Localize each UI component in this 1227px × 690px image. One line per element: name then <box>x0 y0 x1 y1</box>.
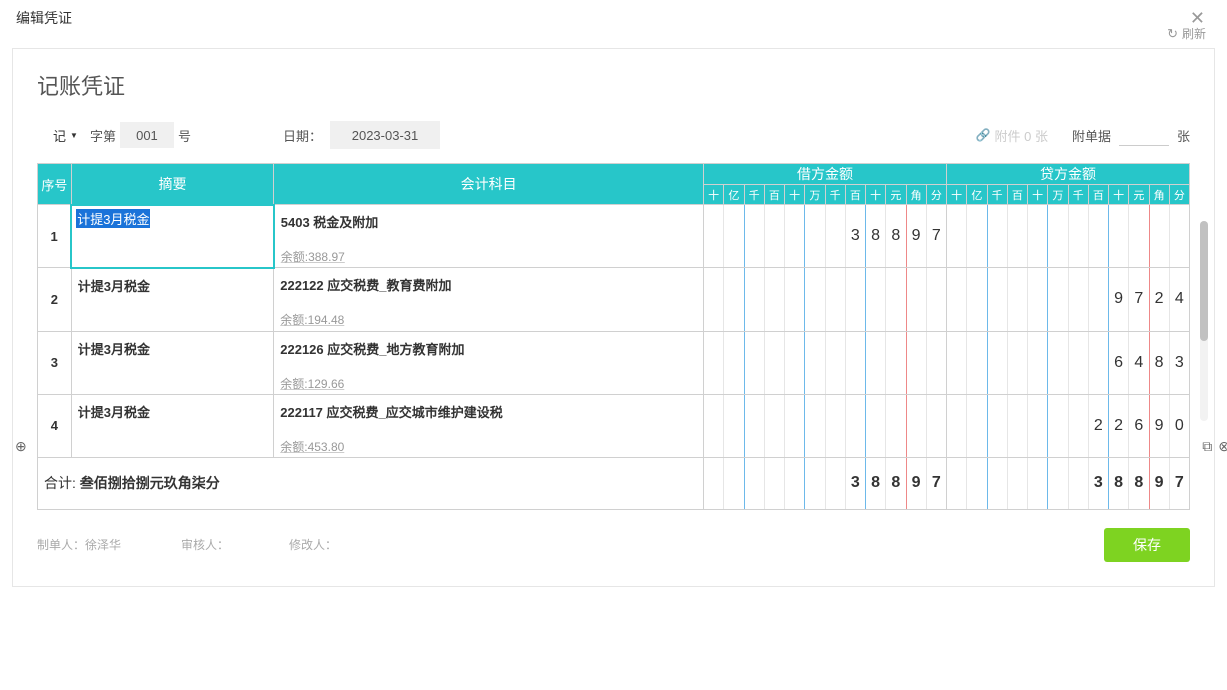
amount-cell[interactable] <box>947 205 1190 268</box>
row-serial: 4 <box>38 394 72 457</box>
amount-cell[interactable] <box>704 331 947 394</box>
table-row: 3计提3月税金222126 应交税费_地方教育附加余额:129.66 6483 <box>38 331 1190 394</box>
th-summary: 摘要 <box>71 164 274 205</box>
th-digit: 十 <box>785 185 805 205</box>
page-title: 记账凭证 <box>37 69 1190 101</box>
th-digit: 分 <box>1169 185 1189 205</box>
save-button[interactable]: 保存 <box>1104 528 1190 562</box>
table-row: 4计提3月税金222117 应交税费_应交城市维护建设税余额:453.80 226… <box>38 394 1190 457</box>
summary-cell[interactable]: 计提3月税金 <box>71 331 274 394</box>
amount-cell[interactable]: 38897 <box>947 457 1190 509</box>
summary-cell[interactable]: 计提3月税金 <box>71 268 274 332</box>
amount-cell[interactable]: 9724 <box>947 268 1190 332</box>
subject-cell[interactable]: 222126 应交税费_地方教育附加余额:129.66 <box>274 331 704 394</box>
th-digit: 十 <box>1028 185 1048 205</box>
th-digit: 亿 <box>967 185 987 205</box>
th-credit: 贷方金额 <box>947 164 1190 185</box>
summary-cell[interactable]: 计提3月税金 <box>71 394 274 457</box>
th-digit: 千 <box>744 185 764 205</box>
attach-count-input[interactable] <box>1119 124 1169 146</box>
add-row-button[interactable]: ⊕ <box>15 438 27 455</box>
voucher-header-row: 记 ▼ 字第 号 日期： 附件 0 张 附单据 张 <box>37 121 1190 149</box>
th-digit: 百 <box>1088 185 1108 205</box>
th-digit: 十 <box>704 185 724 205</box>
row-tools: ⧉ ⊗ <box>1202 438 1227 455</box>
amount-cell[interactable] <box>704 394 947 457</box>
table-row: 1计提3月税金5403 税金及附加余额:388.9738897 <box>38 205 1190 268</box>
total-row: 合计: 叁佰捌拾捌元玖角柒分3889738897 <box>38 457 1190 509</box>
th-digit: 百 <box>845 185 865 205</box>
reviewer-field: 审核人： <box>181 536 229 553</box>
modal-header: 编辑凭证 ✕ <box>0 0 1227 36</box>
amount-cell[interactable] <box>704 268 947 332</box>
th-digit: 元 <box>1129 185 1149 205</box>
plus-icon: ⊕ <box>15 438 27 455</box>
attach-count-suffix: 张 <box>1177 126 1190 145</box>
th-digit: 十 <box>866 185 886 205</box>
scrollbar[interactable] <box>1200 221 1208 421</box>
th-subject: 会计科目 <box>274 164 704 205</box>
subject-cell[interactable]: 5403 税金及附加余额:388.97 <box>274 205 704 268</box>
delete-row-icon[interactable]: ⊗ <box>1218 438 1227 455</box>
subject-cell[interactable]: 222122 应交税费_教育费附加余额:194.48 <box>274 268 704 332</box>
amount-cell[interactable]: 22690 <box>947 394 1190 457</box>
th-serial: 序号 <box>38 164 72 205</box>
amount-cell[interactable]: 38897 <box>704 205 947 268</box>
number-suffix: 号 <box>178 126 191 145</box>
voucher-number-input[interactable] <box>120 122 174 148</box>
th-digit: 千 <box>987 185 1007 205</box>
voucher-word-select[interactable]: 记 ▼ <box>45 122 86 149</box>
amount-cell[interactable]: 6483 <box>947 331 1190 394</box>
subject-cell[interactable]: 222117 应交税费_应交城市维护建设税余额:453.80 <box>274 394 704 457</box>
modifier-field: 修改人： <box>289 536 337 553</box>
edit-voucher-modal: 编辑凭证 ✕ 刷新 记账凭证 记 ▼ 字第 号 日期： 附件 0 张 附单据 张 <box>0 0 1227 690</box>
th-digit: 千 <box>825 185 845 205</box>
th-digit: 角 <box>1149 185 1169 205</box>
copy-row-icon[interactable]: ⧉ <box>1202 438 1212 455</box>
th-digit: 百 <box>1007 185 1027 205</box>
voucher-footer: 制单人：徐泽华 审核人： 修改人： 保存 <box>37 528 1190 562</box>
row-serial: 1 <box>38 205 72 268</box>
row-serial: 3 <box>38 331 72 394</box>
th-digit: 千 <box>1068 185 1088 205</box>
scrollbar-thumb[interactable] <box>1200 221 1208 341</box>
summary-cell[interactable]: 计提3月税金 <box>71 205 274 268</box>
voucher-table: 序号 摘要 会计科目 借方金额 贷方金额 十亿千百十万千百十元角分十亿千百十万千… <box>37 163 1190 510</box>
th-digit: 亿 <box>724 185 744 205</box>
refresh-button[interactable]: 刷新 <box>1167 25 1206 42</box>
voucher-card: 刷新 记账凭证 记 ▼ 字第 号 日期： 附件 0 张 附单据 张 ⊕ ⧉ <box>12 48 1215 587</box>
th-digit: 元 <box>886 185 906 205</box>
th-digit: 万 <box>1048 185 1068 205</box>
th-digit: 角 <box>906 185 926 205</box>
word-label: 字第 <box>90 126 116 145</box>
total-label: 合计: 叁佰捌拾捌元玖角柒分 <box>38 457 704 509</box>
th-digit: 百 <box>764 185 784 205</box>
th-digit: 分 <box>926 185 946 205</box>
attach-count-label: 附单据 <box>1072 126 1111 145</box>
th-digit: 十 <box>947 185 967 205</box>
th-digit: 万 <box>805 185 825 205</box>
creator-field: 制单人：徐泽华 <box>37 536 121 553</box>
row-serial: 2 <box>38 268 72 332</box>
attachment-link[interactable]: 附件 0 张 <box>976 126 1048 145</box>
voucher-table-wrap: ⊕ ⧉ ⊗ 序号 摘要 会计科目 借方金额 贷方金额 <box>37 163 1190 510</box>
date-label: 日期： <box>283 126 322 145</box>
chevron-down-icon: ▼ <box>70 131 78 140</box>
th-digit: 十 <box>1109 185 1129 205</box>
date-input[interactable] <box>330 121 440 149</box>
th-debit: 借方金额 <box>704 164 947 185</box>
amount-cell[interactable]: 38897 <box>704 457 947 509</box>
table-row: 2计提3月税金222122 应交税费_教育费附加余额:194.48 9724 <box>38 268 1190 332</box>
modal-title: 编辑凭证 <box>16 8 72 28</box>
